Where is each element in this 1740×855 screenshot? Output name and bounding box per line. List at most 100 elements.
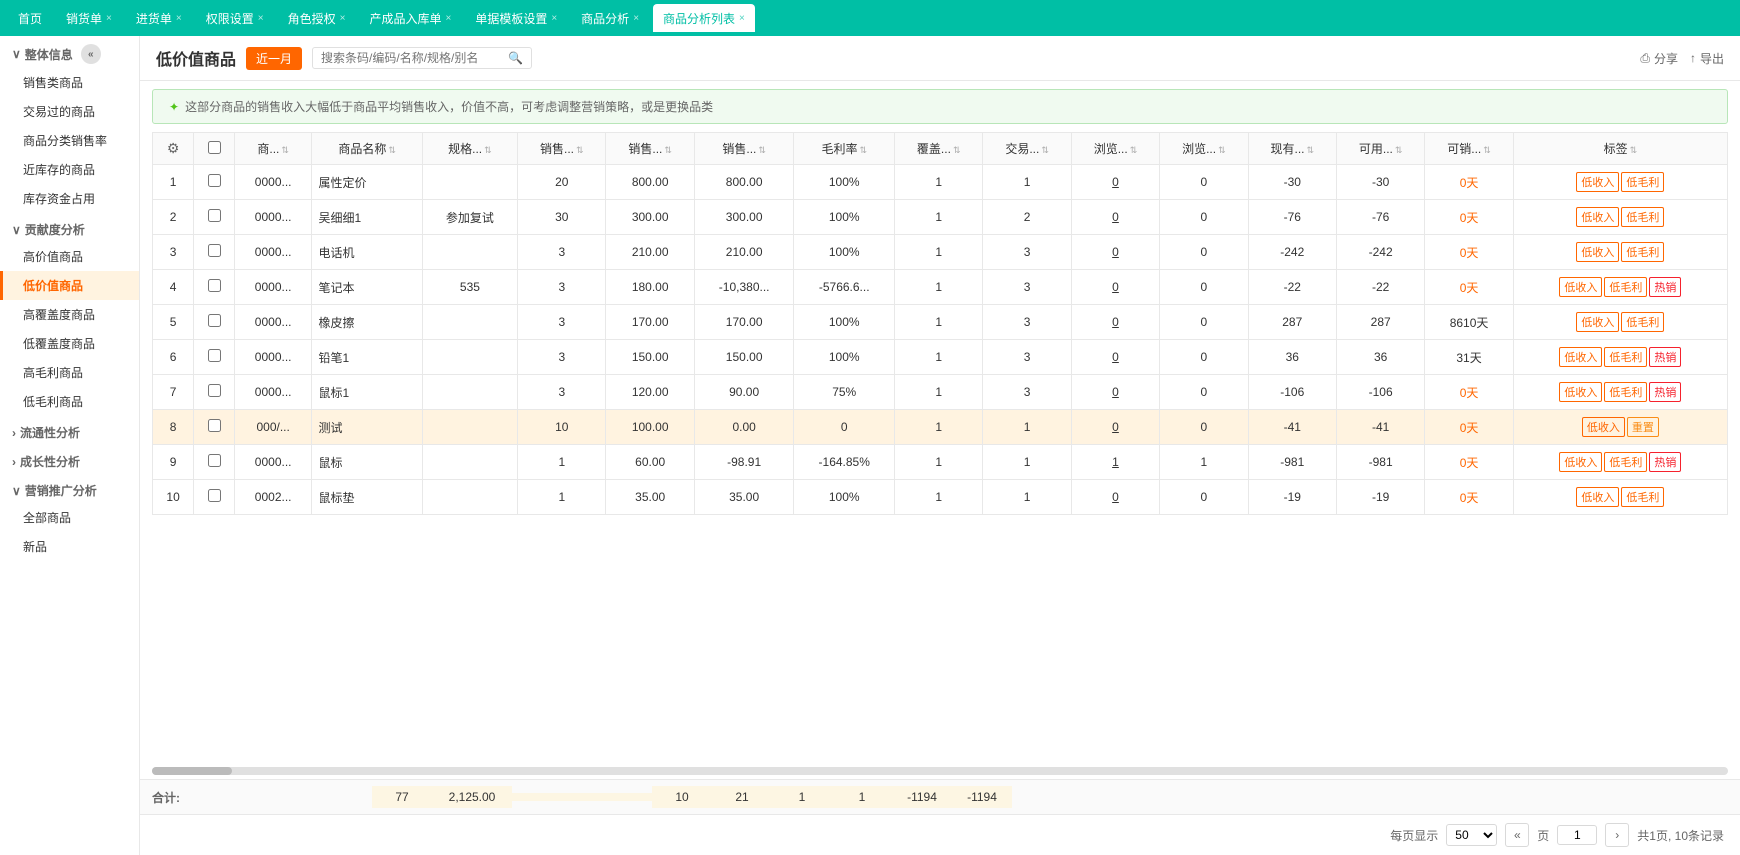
pv1-link[interactable]: 0 [1112,210,1119,224]
cell-pv1[interactable]: 0 [1071,305,1159,340]
cell-pv1[interactable]: 0 [1071,480,1159,515]
nav-analysis-list-close[interactable]: × [739,13,745,24]
export-btn[interactable]: ↑ 导出 [1690,50,1724,67]
row-checkbox-5[interactable] [208,349,221,362]
pv1-link[interactable]: 0 [1112,350,1119,364]
search-icon[interactable]: 🔍 [508,51,523,65]
sidebar-item-traded-goods[interactable]: 交易过的商品 [0,97,139,126]
sidebar-item-new-goods[interactable]: 新品 [0,532,139,561]
cell-pv1[interactable]: 0 [1071,165,1159,200]
row-checkbox-3[interactable] [208,279,221,292]
search-box[interactable]: 🔍 [312,47,532,69]
sidebar-item-sales-goods[interactable]: 销售类商品 [0,68,139,97]
sidebar-section-overall[interactable]: ∨ 整体信息 « [0,36,139,68]
sidebar-section-marketing[interactable]: ∨ 营销推广分析 [0,474,139,503]
row-checkbox-7[interactable] [208,419,221,432]
cell-checkbox[interactable] [194,340,235,375]
cell-pv1[interactable]: 0 [1071,235,1159,270]
page-number-input[interactable] [1557,825,1597,845]
pv1-link[interactable]: 0 [1112,420,1119,434]
cell-checkbox[interactable] [194,235,235,270]
nav-analysis-close[interactable]: × [633,13,639,24]
sidebar-item-high-coverage[interactable]: 高覆盖度商品 [0,300,139,329]
row-checkbox-0[interactable] [208,174,221,187]
sidebar-item-stock-capital[interactable]: 库存资金占用 [0,184,139,213]
nav-role[interactable]: 角色授权 × [278,4,356,32]
sidebar-item-high-profit[interactable]: 高毛利商品 [0,358,139,387]
nav-sales-close[interactable]: × [106,13,112,24]
sidebar-item-low-value[interactable]: 低价值商品 [0,271,139,300]
nav-analysis-list[interactable]: 商品分析列表 × [653,4,755,32]
row-checkbox-4[interactable] [208,314,221,327]
cell-pv1[interactable]: 0 [1071,410,1159,445]
pv1-link[interactable]: 0 [1112,280,1119,294]
first-page-btn[interactable]: « [1505,823,1529,847]
nav-home[interactable]: 首页 [8,4,52,32]
sidebar-collapse-btn[interactable]: « [81,44,101,64]
sidebar-item-low-profit[interactable]: 低毛利商品 [0,387,139,416]
sidebar-item-all-goods[interactable]: 全部商品 [0,503,139,532]
cell-pv2: 0 [1160,165,1248,200]
nav-template-close[interactable]: × [551,13,557,24]
pv1-link[interactable]: 0 [1112,175,1119,189]
pv1-link[interactable]: 1 [1112,455,1119,469]
pv1-link[interactable]: 0 [1112,245,1119,259]
scrollbar-thumb[interactable] [152,767,232,775]
next-page-btn[interactable]: › [1605,823,1629,847]
cell-pv1[interactable]: 0 [1071,200,1159,235]
cell-avail: -76 [1336,200,1424,235]
sidebar-item-near-stock[interactable]: 近库存的商品 [0,155,139,184]
sidebar-section-flow[interactable]: › 流通性分析 [0,416,139,445]
cell-checkbox[interactable] [194,480,235,515]
select-all-checkbox[interactable] [208,141,221,154]
nav-permission[interactable]: 权限设置 × [196,4,274,32]
tag-低收入: 低收入 [1576,207,1619,227]
share-btn[interactable]: ⎙ 分享 [1640,50,1678,67]
row-checkbox-6[interactable] [208,384,221,397]
nav-analysis[interactable]: 商品分析 × [571,4,649,32]
row-checkbox-8[interactable] [208,454,221,467]
cell-checkbox[interactable] [194,445,235,480]
sidebar-item-category-sales[interactable]: 商品分类销售率 [0,126,139,155]
cell-checkbox[interactable] [194,165,235,200]
per-page-select[interactable]: 50 100 200 [1446,824,1497,846]
cell-avg-amount: -10,380... [694,270,794,305]
cell-avg-amount: 800.00 [694,165,794,200]
cell-pv1[interactable]: 1 [1071,445,1159,480]
row-checkbox-2[interactable] [208,244,221,257]
search-input[interactable] [321,51,504,65]
nav-purchase-order[interactable]: 进货单 × [126,4,192,32]
pv1-link[interactable]: 0 [1112,385,1119,399]
nav-sales-order[interactable]: 销货单 × [56,4,122,32]
cell-code: 0000... [234,165,312,200]
sidebar-section-contribution[interactable]: ∨ 贡献度分析 [0,213,139,242]
cell-checkbox[interactable] [194,270,235,305]
nav-role-close[interactable]: × [340,13,346,24]
sidebar-item-high-value[interactable]: 高价值商品 [0,242,139,271]
cell-checkbox[interactable] [194,305,235,340]
cell-checkbox[interactable] [194,410,235,445]
row-checkbox-9[interactable] [208,489,221,502]
pv1-link[interactable]: 0 [1112,315,1119,329]
nav-production-close[interactable]: × [445,13,451,24]
cell-checkbox[interactable] [194,375,235,410]
chevron-right-icon: › [12,426,16,440]
filter-recent-month-btn[interactable]: 近一月 [246,47,302,70]
horizontal-scrollbar[interactable] [152,767,1728,775]
pv1-link[interactable]: 0 [1112,490,1119,504]
nav-production[interactable]: 产成品入库单 × [359,4,461,32]
nav-permission-close[interactable]: × [258,13,264,24]
cell-checkbox[interactable] [194,200,235,235]
nav-template[interactable]: 单据模板设置 × [465,4,567,32]
cell-pv1[interactable]: 0 [1071,340,1159,375]
row-checkbox-1[interactable] [208,209,221,222]
col-settings[interactable]: ⚙ [153,133,194,165]
sidebar-item-low-coverage[interactable]: 低覆盖度商品 [0,329,139,358]
gear-icon[interactable]: ⚙ [167,140,180,156]
cell-trade: 3 [983,270,1071,305]
sidebar-section-growth[interactable]: › 成长性分析 [0,445,139,474]
cell-days: 0天 [1425,270,1513,305]
cell-pv1[interactable]: 0 [1071,375,1159,410]
cell-pv1[interactable]: 0 [1071,270,1159,305]
nav-purchase-close[interactable]: × [176,13,182,24]
